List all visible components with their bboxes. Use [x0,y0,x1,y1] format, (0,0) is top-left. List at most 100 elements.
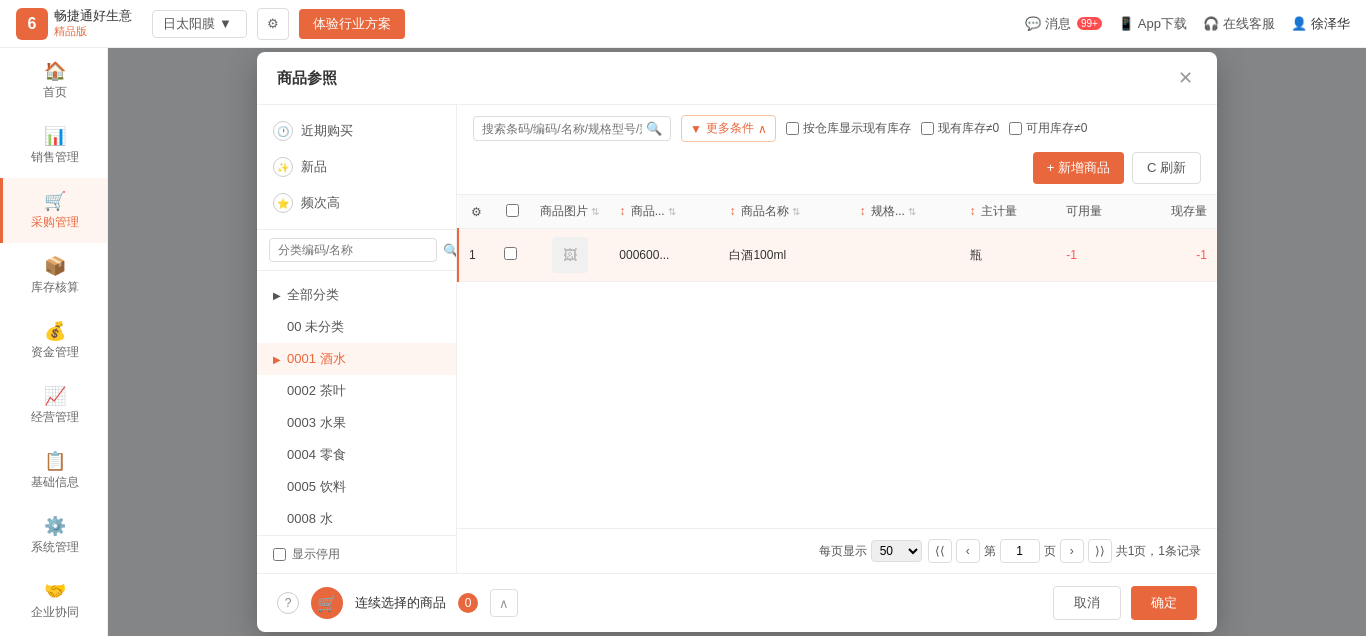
toolbar: 🔍 ▼ 更多条件 ∧ 按仓库显示现有库存 [457,105,1217,195]
sort-name-icon: ↕ [729,204,735,218]
modal-overlay: 商品参照 ✕ 🕐 近期购买 ✨ [108,48,1366,636]
new-product-item[interactable]: ✨ 新品 [257,149,456,185]
col-product-img: 商品图片 ⇅ [530,195,609,229]
logo-text: 畅捷通好生意 精品版 [54,8,132,39]
category-snacks[interactable]: 0004 零食 [257,439,456,471]
toolbar-right: + 新增商品 C 刷新 [1033,152,1201,184]
system-icon: ⚙️ [44,515,66,537]
category-drinks[interactable]: 0005 饮料 [257,471,456,503]
next-page-button[interactable]: › [1060,539,1084,563]
sidebar-item-enterprise[interactable]: 🤝 企业协同 [0,568,107,633]
sidebar: 🏠 首页 📊 销售管理 🛒 采购管理 📦 库存核算 💰 资金管理 📈 经营管理 … [0,48,108,636]
help-button[interactable]: ? [277,592,299,614]
nonzero-stock-checkbox[interactable]: 现有库存≠0 [921,120,999,137]
col-settings: ⚙ [458,195,494,229]
sort-code-icon: ↕ [619,204,625,218]
category-alcohol[interactable]: ▶ 0001 酒水 [257,343,456,375]
more-filter-button[interactable]: ▼ 更多条件 ∧ [681,115,776,142]
basicinfo-icon: 📋 [44,450,66,472]
sort-name-asc[interactable]: ⇅ [792,206,800,217]
col-checkbox [494,195,530,229]
footer-right: 取消 确定 [1053,586,1197,620]
app-download-button[interactable]: 📱 App下载 [1118,15,1187,33]
nav-selector[interactable]: 日太阳膜 ▼ [152,10,247,38]
add-product-button[interactable]: + 新增商品 [1033,152,1124,184]
product-search-icon[interactable]: 🔍 [646,121,662,136]
new-icon: ✨ [273,157,293,177]
modal-close-button[interactable]: ✕ [1173,66,1197,90]
row-checkbox [494,229,530,282]
modal-body: 🕐 近期购买 ✨ 新品 ⭐ 频次高 [257,105,1217,573]
sidebar-item-home[interactable]: 🏠 首页 [0,48,107,113]
user-profile[interactable]: 👤 徐泽华 [1291,15,1350,33]
category-all[interactable]: ▶ 全部分类 [257,279,456,311]
col-unit: ↕ 主计量 [960,195,1057,229]
page-number-input[interactable] [1000,539,1040,563]
row-unit: 瓶 [960,229,1057,282]
home-icon: 🏠 [44,60,66,82]
cat-arrow-icon: ▶ [273,290,281,301]
product-table: ⚙ 商品图片 ⇅ ↕ 商品... [457,195,1217,282]
prev-page-button[interactable]: ‹ [956,539,980,563]
messages-button[interactable]: 💬 消息 99+ [1025,15,1102,33]
row-code: 000600... [609,229,719,282]
enterprise-icon: 🤝 [44,580,66,602]
frequent-item[interactable]: ⭐ 频次高 [257,185,456,221]
row-name: 白酒100ml [719,229,849,282]
avatar: 👤 [1291,16,1307,31]
right-panel: 🔍 ▼ 更多条件 ∧ 按仓库显示现有库存 [457,105,1217,573]
sort-img-icon[interactable]: ⇅ [591,206,599,217]
category-tea[interactable]: 0002 茶叶 [257,375,456,407]
col-product-name: ↕ 商品名称 ⇅ [719,195,849,229]
footer-left: ? 🛒 连续选择的商品 0 ∧ [277,587,518,619]
sort-unit-icon: ↕ [970,204,976,218]
sidebar-item-purchase[interactable]: 🛒 采购管理 [0,178,107,243]
sidebar-item-system[interactable]: ⚙️ 系统管理 [0,503,107,568]
collapse-cart-button[interactable]: ∧ [490,589,518,617]
sidebar-item-basic-info[interactable]: 📋 基础信息 [0,438,107,503]
cart-button[interactable]: 🛒 [311,587,343,619]
sales-icon: 📊 [44,125,66,147]
left-panel: 🕐 近期购买 ✨ 新品 ⭐ 频次高 [257,105,457,573]
category-search-input[interactable] [269,238,437,262]
per-page-dropdown[interactable]: 10 20 50 100 [871,540,922,562]
last-page-button[interactable]: ⟩⟩ [1088,539,1112,563]
mobile-icon: 📱 [1118,16,1134,31]
col-current: 现存量 [1137,195,1217,229]
recent-purchase-item[interactable]: 🕐 近期购买 [257,113,456,149]
product-table-container: ⚙ 商品图片 ⇅ ↕ 商品... [457,195,1217,528]
category-search-icon[interactable]: 🔍 [443,243,457,258]
pagination: 每页显示 10 20 50 100 ⟨⟨ ‹ [457,528,1217,573]
online-service-button[interactable]: 🎧 在线客服 [1203,15,1275,33]
confirm-button[interactable]: 确定 [1131,586,1197,620]
refresh-button[interactable]: C 刷新 [1132,152,1201,184]
modal-header: 商品参照 ✕ [257,52,1217,105]
select-all-checkbox[interactable] [506,204,519,217]
sort-code-asc[interactable]: ⇅ [668,206,676,217]
sidebar-item-finance[interactable]: 💰 资金管理 [0,308,107,373]
category-fruit[interactable]: 0003 水果 [257,407,456,439]
purchase-icon: 🛒 [44,190,66,212]
messages-badge: 99+ [1077,17,1102,30]
table-row[interactable]: 1 🖼 000600... 白酒100ml [458,229,1217,282]
first-page-button[interactable]: ⟨⟨ [928,539,952,563]
quick-access: 🕐 近期购买 ✨ 新品 ⭐ 频次高 [257,105,456,230]
settings-button[interactable]: ⚙ [257,8,289,40]
logo-area: 6 畅捷通好生意 精品版 [16,8,132,40]
warehouse-stock-checkbox[interactable]: 按仓库显示现有库存 [786,120,911,137]
sidebar-item-operation[interactable]: 📈 经营管理 [0,373,107,438]
message-icon: 💬 [1025,16,1041,31]
sidebar-item-sales[interactable]: 📊 销售管理 [0,113,107,178]
image-placeholder-icon: 🖼 [563,247,577,263]
category-water[interactable]: 0008 水 [257,503,456,535]
content-area: 商品参照 ✕ 🕐 近期购买 ✨ [108,48,1366,636]
product-search-input[interactable] [482,122,642,136]
sidebar-item-inventory[interactable]: 📦 库存核算 [0,243,107,308]
cancel-button[interactable]: 取消 [1053,586,1121,620]
available-nonzero-checkbox[interactable]: 可用库存≠0 [1009,120,1087,137]
trial-button[interactable]: 体验行业方案 [299,9,405,39]
sort-spec-asc[interactable]: ⇅ [908,206,916,217]
display-disabled-checkbox[interactable] [273,548,286,561]
category-uncategorized[interactable]: 00 未分类 [257,311,456,343]
continuous-select-label: 连续选择的商品 [355,594,446,612]
